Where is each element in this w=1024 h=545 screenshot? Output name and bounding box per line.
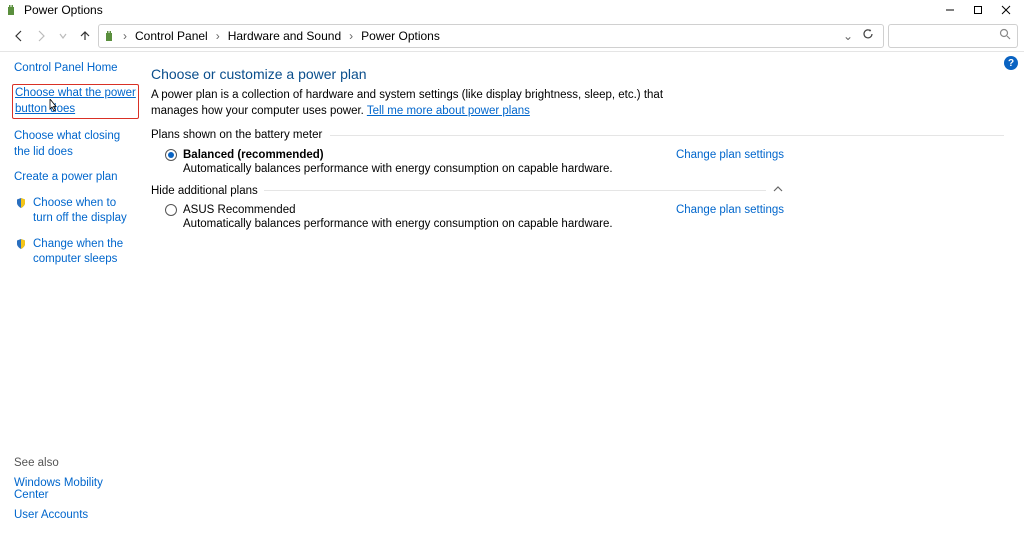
breadcrumb[interactable]: Control Panel	[131, 27, 212, 45]
recent-dropdown[interactable]	[54, 26, 72, 46]
back-button[interactable]	[10, 26, 28, 46]
cursor-icon	[45, 99, 59, 120]
plan-balanced: Balanced (recommended) Change plan setti…	[165, 149, 1004, 161]
sidebar-link-turn-off-display[interactable]: Choose when to turn off the display	[14, 196, 137, 227]
see-also-link-mobility[interactable]: Windows Mobility Center	[14, 477, 137, 501]
titlebar: Power Options	[0, 0, 1024, 20]
plan-asus: ASUS Recommended Change plan settings	[165, 204, 1004, 216]
tell-me-more-link[interactable]: Tell me more about power plans	[367, 105, 530, 117]
see-also-section: See also Windows Mobility Center User Ac…	[14, 457, 137, 535]
see-also-title: See also	[14, 457, 137, 469]
plan-description: Automatically balances performance with …	[183, 218, 1004, 230]
breadcrumb[interactable]: Hardware and Sound	[224, 27, 345, 45]
breadcrumb[interactable]: Power Options	[357, 27, 444, 45]
chevron-right-icon[interactable]: ›	[347, 29, 355, 43]
window-title: Power Options	[24, 3, 103, 17]
search-input[interactable]	[888, 24, 1018, 48]
close-button[interactable]	[992, 0, 1020, 20]
divider	[330, 135, 1004, 136]
sidebar-link-create-plan[interactable]: Create a power plan	[14, 170, 137, 186]
chevron-down-icon[interactable]: ⌄	[843, 29, 853, 43]
plan-balanced-radio[interactable]	[165, 149, 177, 161]
address-bar[interactable]: › Control Panel › Hardware and Sound › P…	[98, 24, 884, 48]
battery-meter-section: Plans shown on the battery meter	[151, 129, 1004, 141]
forward-button[interactable]	[32, 26, 50, 46]
search-icon	[999, 28, 1011, 43]
page-description: A power plan is a collection of hardware…	[151, 88, 711, 119]
window-controls	[936, 0, 1020, 20]
hide-additional-plans[interactable]: Hide additional plans	[151, 183, 1004, 198]
section-label: Plans shown on the battery meter	[151, 129, 322, 141]
refresh-button[interactable]	[861, 27, 875, 44]
main-panel: ? Choose or customize a power plan A pow…	[145, 52, 1024, 545]
change-plan-settings-link[interactable]: Change plan settings	[676, 204, 1004, 216]
page-title: Choose or customize a power plan	[151, 66, 1004, 82]
chevron-right-icon[interactable]: ›	[121, 29, 129, 43]
plan-name: ASUS Recommended	[183, 204, 296, 216]
content: Control Panel Home Choose what the power…	[0, 52, 1024, 545]
sidebar-link-label: Choose when to turn off the display	[33, 196, 137, 227]
sidebar-home-link[interactable]: Control Panel Home	[14, 62, 137, 74]
see-also-link-accounts[interactable]: User Accounts	[14, 509, 137, 521]
hide-label: Hide additional plans	[151, 185, 258, 197]
minimize-button[interactable]	[936, 0, 964, 20]
plan-name: Balanced (recommended)	[183, 149, 324, 161]
shield-icon	[14, 196, 28, 227]
sidebar-link-label: Choose what the power button does	[15, 87, 136, 115]
chevron-up-icon	[772, 183, 1004, 198]
sidebar-link-power-button[interactable]: Choose what the power button does	[12, 84, 139, 119]
sidebar-link-closing-lid[interactable]: Choose what closing the lid does	[14, 129, 137, 160]
change-plan-settings-link[interactable]: Change plan settings	[676, 149, 1004, 161]
navbar: › Control Panel › Hardware and Sound › P…	[0, 20, 1024, 52]
up-button[interactable]	[76, 26, 94, 46]
sidebar-link-computer-sleeps[interactable]: Change when the computer sleeps	[14, 237, 137, 268]
sidebar: Control Panel Home Choose what the power…	[0, 52, 145, 545]
power-options-icon	[103, 28, 119, 44]
plan-asus-radio[interactable]	[165, 204, 177, 216]
divider	[264, 190, 766, 191]
maximize-button[interactable]	[964, 0, 992, 20]
plan-description: Automatically balances performance with …	[183, 163, 1004, 175]
chevron-right-icon[interactable]: ›	[214, 29, 222, 43]
power-options-icon	[6, 3, 20, 17]
shield-icon	[14, 237, 28, 268]
help-button[interactable]: ?	[1004, 56, 1018, 70]
sidebar-link-label: Change when the computer sleeps	[33, 237, 137, 268]
